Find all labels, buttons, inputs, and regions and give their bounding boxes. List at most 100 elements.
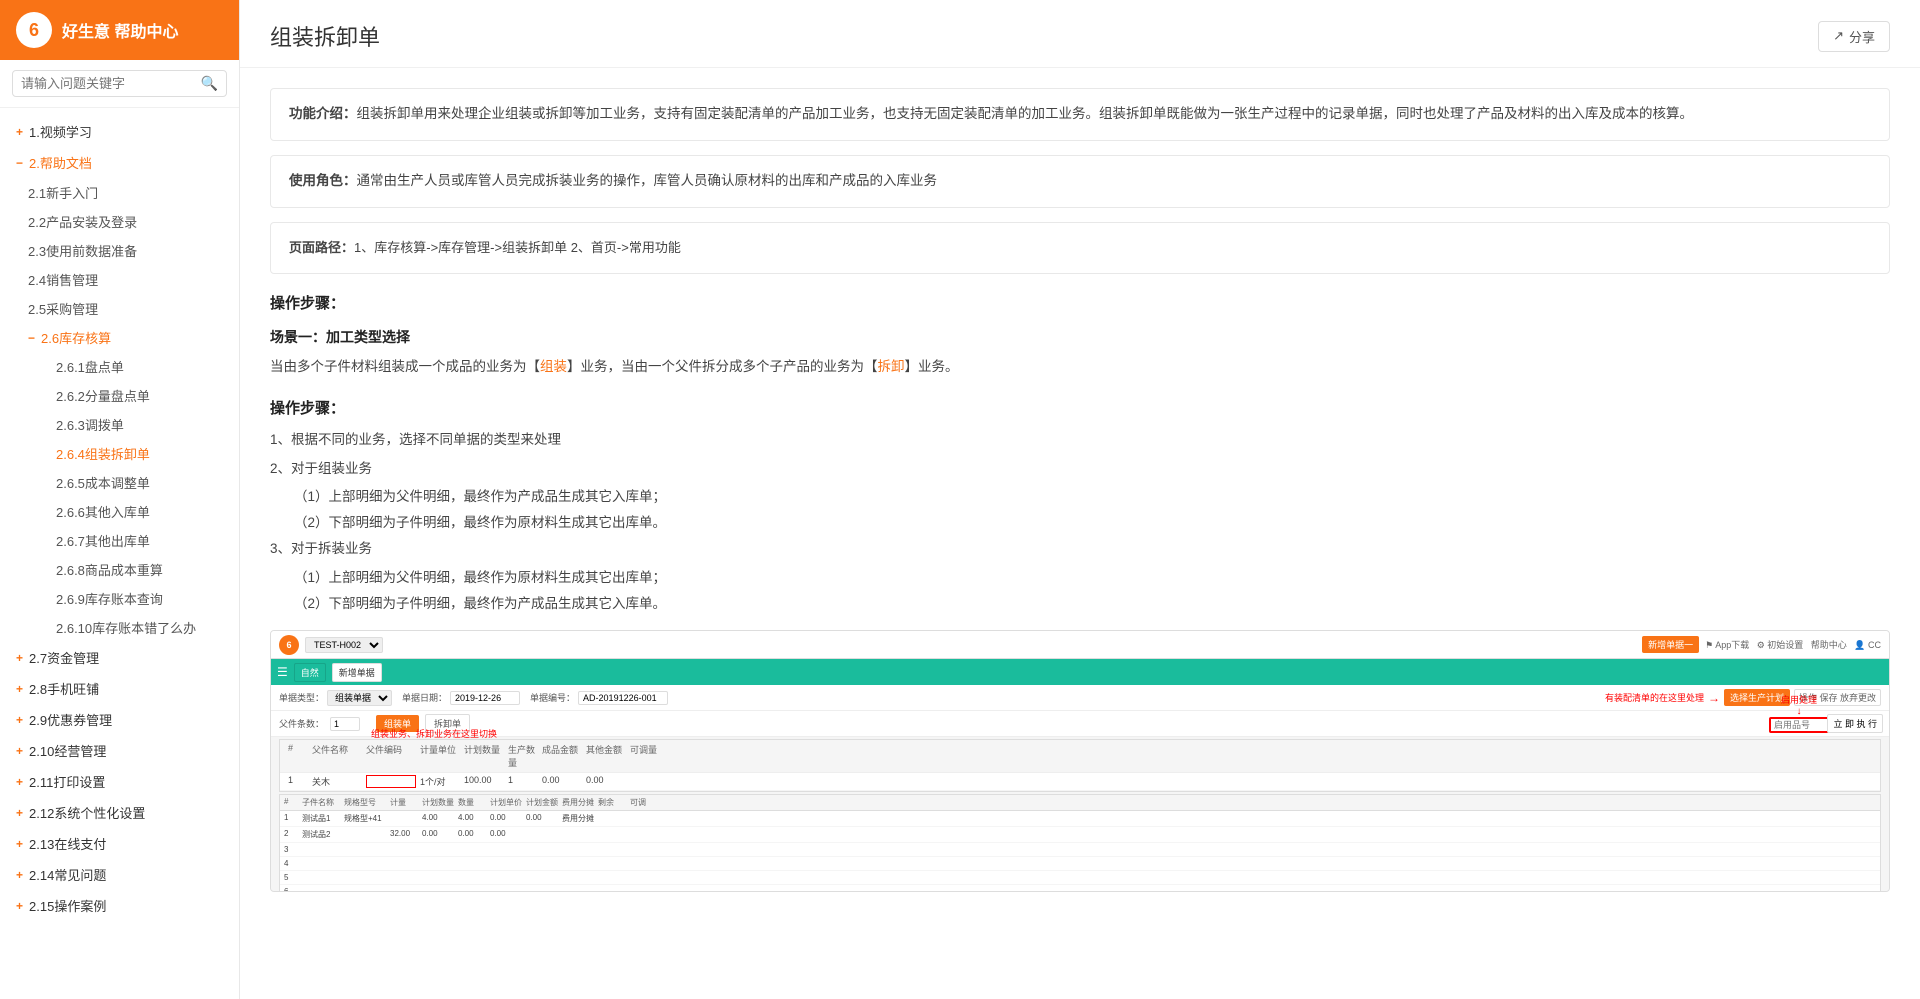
expand-icon: + (16, 899, 23, 913)
sidebar-item-2-8[interactable]: + 2.8手机旺铺 (0, 673, 239, 704)
step-2: 2、对于组装业务 (270, 457, 1890, 481)
share-icon: ↗ (1833, 28, 1844, 44)
scene1-title: 场景一：加工类型选择 (270, 327, 1890, 347)
search-input[interactable] (21, 76, 201, 91)
arrow-down-1: ↓ (1797, 706, 1802, 717)
sidebar-item-2-6[interactable]: − 2.6库存核算 (28, 323, 239, 352)
share-button[interactable]: ↗ 分享 (1818, 21, 1890, 52)
tab-ziran[interactable]: 自然 (294, 663, 326, 682)
topbar-icons: ⚑ App下载 ⚙ 初始设置 帮助中心 👤 CC (1705, 638, 1881, 651)
sidebar-item-2-12[interactable]: + 2.12系统个性化设置 (0, 797, 239, 828)
sidebar-item-video[interactable]: + 1.视频学习 (0, 116, 239, 147)
date-input[interactable] (450, 691, 520, 705)
sidebar-item-2-6-2[interactable]: 2.6.2分量盘点单 (56, 381, 239, 410)
company-select[interactable]: TEST-H002 (305, 637, 383, 653)
search-icon[interactable]: 🔍 (201, 75, 218, 92)
sidebar-item-help-docs[interactable]: − 2.帮助文档 (0, 147, 239, 178)
date-label: 单据日期： (402, 691, 447, 704)
sidebar-item-2-15[interactable]: + 2.15操作案例 (0, 890, 239, 921)
count-input[interactable] (330, 717, 360, 731)
sidebar-sub-2: 2.1新手入门 2.2产品安装及登录 2.3使用前数据准备 2.4销售管理 2.… (0, 178, 239, 642)
ops-steps-title: 操作步骤： (270, 292, 1890, 313)
role-text: 通常由生产人员或库管人员完成拆装业务的操作，库管人员确认原材料的出库和产成品的入… (357, 173, 938, 188)
sidebar-item-2-6-5[interactable]: 2.6.5成本调整单 (56, 468, 239, 497)
sidebar-item-2-2[interactable]: 2.2产品安装及登录 (28, 207, 239, 236)
sidebar-item-2-3[interactable]: 2.3使用前数据准备 (28, 236, 239, 265)
sidebar-item-label: 2.7资金管理 (29, 648, 99, 667)
sidebar-item-label: 2.14常见问题 (29, 865, 106, 884)
sidebar-item-2-6-4[interactable]: 2.6.4组装拆卸单 (56, 439, 239, 468)
step-3: 3、对于拆装业务 (270, 537, 1890, 561)
role-label: 使用角色： (289, 173, 357, 188)
tab-new[interactable]: 新增单据 (332, 663, 382, 682)
lower-row-5: 5 (280, 871, 1880, 885)
sidebar-item-2-6-10[interactable]: 2.6.10库存账本错了么办 (56, 613, 239, 642)
sidebar-item-label: 2.13在线支付 (29, 834, 106, 853)
page-title: 组装拆卸单 (270, 20, 380, 52)
function-intro-label: 功能介绍： (289, 106, 357, 121)
count-label: 父件条数： (279, 717, 324, 730)
ops-steps-subtitle: 操作步骤： (270, 397, 1890, 418)
sidebar-item-2-6-8[interactable]: 2.6.8商品成本重算 (56, 555, 239, 584)
lower-row-6: 6 (280, 885, 1880, 891)
path-text: 1、库存核算->库存管理->组装拆卸单 2、首页->常用功能 (354, 240, 681, 255)
sidebar-sub-2-6: 2.6.1盘点单 2.6.2分量盘点单 2.6.3调拨单 2.6.4组装拆卸单 … (28, 352, 239, 642)
sidebar-item-2-1[interactable]: 2.1新手入门 (28, 178, 239, 207)
app-logo-sm: 6 (279, 635, 299, 655)
sidebar-item-label: 2.帮助文档 (29, 153, 92, 172)
lower-row-2: 2 测试品2 32.00 0.00 0.00 0.00 (280, 827, 1880, 843)
sidebar-item-2-6-6[interactable]: 2.6.6其他入库单 (56, 497, 239, 526)
type-select[interactable]: 组装单据 (327, 690, 392, 706)
docno-label: 单据编号： (530, 691, 575, 704)
expand-icon: + (16, 775, 23, 789)
function-intro-block: 功能介绍：组装拆卸单用来处理企业组装或拆卸等加工业务，支持有固定装配清单的产品加… (270, 88, 1890, 141)
sidebar-item-2-10[interactable]: + 2.10经营管理 (0, 735, 239, 766)
expand-icon: + (16, 868, 23, 882)
lower-row-3: 3 (280, 843, 1880, 857)
sidebar-header: 6 好生意 帮助中心 (0, 0, 239, 60)
sidebar-item-2-14[interactable]: + 2.14常见问题 (0, 859, 239, 890)
main-content: 功能介绍：组装拆卸单用来处理企业组装或拆卸等加工业务，支持有固定装配清单的产品加… (240, 68, 1920, 999)
lower-row-1: 1 测试品1 规格型+41 4.00 4.00 0.00 0.00 费用分摊 (280, 811, 1880, 827)
sidebar-item-2-6-9[interactable]: 2.6.9库存账本查询 (56, 584, 239, 613)
annotation-1: 有装配清单的在这里处理 (1605, 691, 1704, 704)
app-logo: 6 (16, 12, 52, 48)
role-block: 使用角色：通常由生产人员或库管人员完成拆装业务的操作，库管人员确认原材料的出库和… (270, 155, 1890, 208)
sidebar-item-2-6-3[interactable]: 2.6.3调拨单 (56, 410, 239, 439)
sidebar-item-label: 2.6库存核算 (41, 328, 111, 347)
execute-btn[interactable]: 立 即 执 行 (1827, 714, 1883, 733)
lower-row-4: 4 (280, 857, 1880, 871)
sidebar-item-label: 2.15操作案例 (29, 896, 106, 915)
annotation-3: 启用处理 (1781, 693, 1817, 706)
upper-table-row-1: 1 关木 1个/对 100.00 1 0.00 0.00 (280, 773, 1880, 791)
app-screenshot: 6 TEST-H002 新增单据一 ⚑ App下载 ⚙ 初始设置 帮助中心 👤 … (271, 631, 1889, 891)
scene1-desc: 当由多个子件材料组装成一个成品的业务为【组装】业务，当由一个父件拆分成多个子产品… (270, 355, 1890, 379)
sidebar-item-label: 2.9优惠券管理 (29, 710, 112, 729)
sidebar-item-2-4[interactable]: 2.4销售管理 (28, 265, 239, 294)
new-doc-btn[interactable]: 新增单据一 (1642, 636, 1699, 653)
enable-input[interactable] (1769, 717, 1829, 733)
path-block: 页面路径：1、库存核算->库存管理->组装拆卸单 2、首页->常用功能 (270, 222, 1890, 274)
expand-icon: + (16, 744, 23, 758)
sidebar-item-2-13[interactable]: + 2.13在线支付 (0, 828, 239, 859)
app-topbar: 6 TEST-H002 新增单据一 ⚑ App下载 ⚙ 初始设置 帮助中心 👤 … (271, 631, 1889, 659)
step-2-sub-1: （1）上部明细为父件明细，最终作为产成品生成其它入库单； (270, 485, 1890, 509)
main-header: 组装拆卸单 ↗ 分享 (240, 0, 1920, 68)
collapse-icon: − (28, 331, 35, 345)
sidebar-item-2-7[interactable]: + 2.7资金管理 (0, 642, 239, 673)
sidebar-item-2-6-1[interactable]: 2.6.1盘点单 (56, 352, 239, 381)
highlight-assemble: 组装 (540, 359, 567, 374)
sidebar-nav: + 1.视频学习 − 2.帮助文档 2.1新手入门 2.2产品安装及登录 2.3… (0, 108, 239, 999)
sidebar-item-label: 1.视频学习 (29, 122, 92, 141)
sidebar-item-label: 2.8手机旺铺 (29, 679, 99, 698)
sidebar-item-2-5[interactable]: 2.5采购管理 (28, 294, 239, 323)
sidebar-item-2-9[interactable]: + 2.9优惠券管理 (0, 704, 239, 735)
nav-icon: ☰ (277, 665, 288, 679)
function-intro-text: 组装拆卸单用来处理企业组装或拆卸等加工业务，支持有固定装配清单的产品加工业务，也… (357, 106, 1694, 121)
sidebar-item-2-6-7[interactable]: 2.6.7其他出库单 (56, 526, 239, 555)
expand-icon: + (16, 682, 23, 696)
step-1: 1、根据不同的业务，选择不同单据的类型来处理 (270, 428, 1890, 452)
sidebar-item-2-11[interactable]: + 2.11打印设置 (0, 766, 239, 797)
sidebar-item-label: 2.12系统个性化设置 (29, 803, 145, 822)
docno-input[interactable] (578, 691, 668, 705)
